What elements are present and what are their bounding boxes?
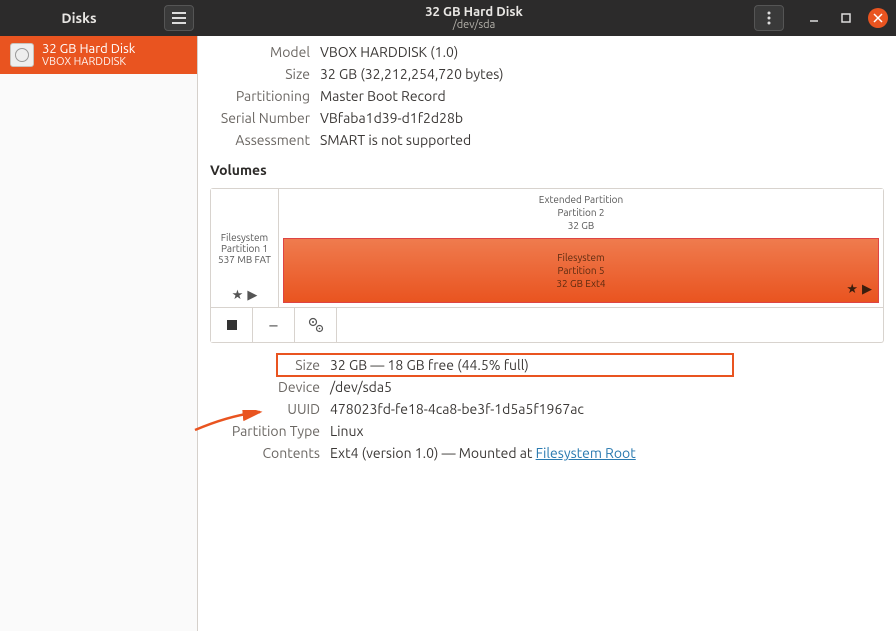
minimize-icon	[808, 12, 820, 24]
p5-fs: Filesystem	[284, 251, 878, 264]
minimize-button[interactable]	[804, 8, 824, 28]
minus-icon: −	[268, 315, 278, 335]
star-icon: ★	[232, 288, 244, 303]
value-size: 32 GB (32,212,254,720 bytes)	[320, 66, 884, 82]
value-device: /dev/sda5	[330, 379, 884, 395]
partition-options-button[interactable]	[295, 308, 337, 342]
p5-num: Partition 5	[284, 264, 878, 277]
disk-details: Model VBOX HARDDISK (1.0) Size 32 GB (32…	[210, 44, 884, 148]
gears-icon	[307, 316, 325, 334]
play-icon: ▶	[247, 288, 257, 303]
close-icon	[873, 13, 883, 23]
unmount-button[interactable]	[211, 308, 253, 342]
label-partition-type: Partition Type	[210, 423, 320, 439]
maximize-icon	[840, 12, 852, 24]
app-title: Disks	[0, 10, 158, 26]
label-vol-size: Size	[210, 357, 320, 373]
stop-icon	[227, 320, 237, 330]
ext-title: Extended Partition	[279, 193, 883, 206]
content: Model VBOX HARDDISK (1.0) Size 32 GB (32…	[198, 36, 896, 631]
drive-options-button[interactable]	[754, 5, 784, 31]
value-serial: VBfaba1d39-d1f2d28b	[320, 110, 884, 126]
volume-details: Size 32 GB — 18 GB free (44.5% full) Dev…	[210, 357, 884, 461]
value-vol-size: 32 GB — 18 GB free (44.5% full)	[330, 357, 884, 373]
titlebar-center: 32 GB Hard Disk /dev/sda	[194, 5, 754, 31]
titlebar: Disks 32 GB Hard Disk /dev/sda	[0, 0, 896, 36]
sidebar-disk-name: 32 GB Hard Disk	[42, 42, 135, 56]
p1-fs: Filesystem	[221, 232, 268, 243]
label-serial: Serial Number	[210, 110, 310, 126]
filesystem-root-link[interactable]: Filesystem Root	[536, 445, 636, 461]
value-partitioning: Master Boot Record	[320, 88, 884, 104]
volumes-heading: Volumes	[210, 162, 884, 178]
partition-5[interactable]: Filesystem Partition 5 32 GB Ext4 ★ ▶	[283, 238, 879, 303]
label-model: Model	[210, 44, 310, 60]
sidebar-disk-item[interactable]: 32 GB Hard Disk VBOX HARDDISK	[0, 36, 197, 74]
label-size: Size	[210, 66, 310, 82]
partition-extended[interactable]: Extended Partition Partition 2 32 GB Fil…	[279, 189, 883, 307]
value-assessment: SMART is not supported	[320, 132, 884, 148]
value-model: VBOX HARDDISK (1.0)	[320, 44, 884, 60]
play-icon: ▶	[862, 281, 872, 298]
ext-size: 32 GB	[279, 219, 883, 232]
ext-num: Partition 2	[279, 206, 883, 219]
label-uuid: UUID	[210, 401, 320, 417]
harddisk-icon	[10, 43, 34, 67]
value-partition-type: Linux	[330, 423, 884, 439]
label-contents: Contents	[210, 445, 320, 461]
value-uuid: 478023fd-fe18-4ca8-be3f-1d5a5f1967ac	[330, 401, 884, 417]
label-assessment: Assessment	[210, 132, 310, 148]
delete-partition-button[interactable]: −	[253, 308, 295, 342]
hamburger-icon	[172, 12, 186, 24]
kebab-icon	[767, 11, 771, 25]
sidebar-disk-sub: VBOX HARDDISK	[42, 56, 135, 68]
star-icon: ★	[846, 281, 858, 298]
p5-size: 32 GB Ext4	[284, 277, 878, 290]
p1-size: 537 MB FAT	[218, 254, 271, 265]
partition-1[interactable]: Filesystem Partition 1 537 MB FAT ★ ▶	[211, 189, 279, 307]
volume-toolbar: −	[210, 308, 884, 343]
maximize-button[interactable]	[836, 8, 856, 28]
header-disk-title: 32 GB Hard Disk	[194, 5, 754, 19]
value-contents: Ext4 (version 1.0) — Mounted at Filesyst…	[330, 445, 884, 461]
p1-num: Partition 1	[221, 243, 268, 254]
sidebar: 32 GB Hard Disk VBOX HARDDISK	[0, 36, 198, 631]
hamburger-button[interactable]	[164, 5, 194, 31]
label-partitioning: Partitioning	[210, 88, 310, 104]
close-button[interactable]	[868, 8, 888, 28]
label-device: Device	[210, 379, 320, 395]
header-disk-path: /dev/sda	[194, 19, 754, 31]
volumes-diagram: Filesystem Partition 1 537 MB FAT ★ ▶ Ex…	[210, 188, 884, 308]
